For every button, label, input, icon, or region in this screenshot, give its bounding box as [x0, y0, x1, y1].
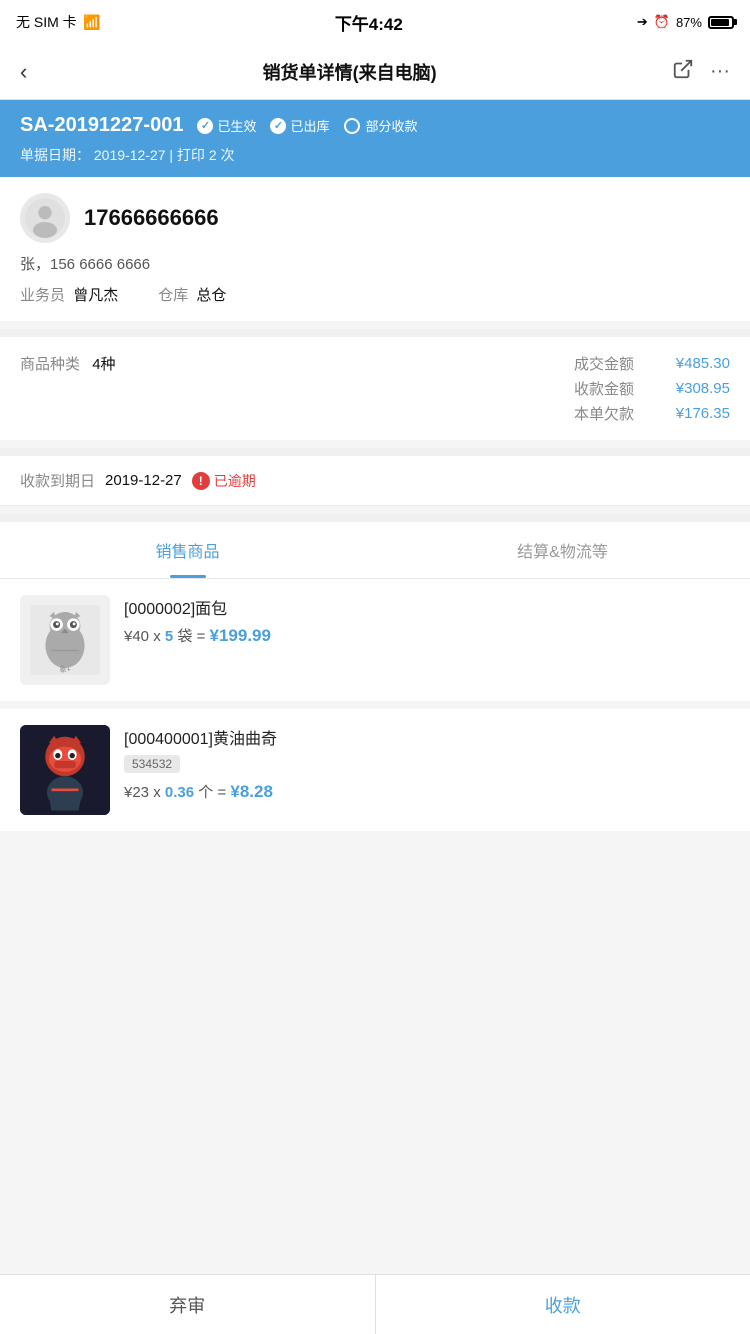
- badge-effective: ✓ 已生效: [197, 116, 256, 135]
- alarm-icon: ⏰: [654, 14, 670, 30]
- location-icon: ➔: [637, 14, 648, 30]
- print-label: | 打印: [169, 147, 205, 163]
- due-date-bar: 收款到期日 2019-12-27 ! 已逾期: [0, 456, 750, 506]
- print-count: 2: [209, 147, 217, 163]
- amount-line: 成交金额 ¥485.30: [574, 353, 730, 374]
- overdue-text: 已逾期: [214, 471, 256, 491]
- product-name-2: [000400001]黄油曲奇: [124, 725, 730, 749]
- received-line: 收款金额 ¥308.95: [574, 378, 730, 399]
- battery-icon: [708, 16, 734, 29]
- print-suffix: 次: [221, 147, 235, 163]
- order-date: 2019-12-27: [94, 147, 166, 163]
- category-label: 商品种类: [20, 356, 80, 373]
- category-count: 4种: [92, 356, 115, 373]
- status-bar: 无 SIM 卡 📶 下午4:42 ➔ ⏰ 87%: [0, 0, 750, 44]
- due-label: 本单欠款: [574, 403, 634, 424]
- share-button[interactable]: [672, 58, 694, 86]
- svg-text:象+: 象+: [59, 665, 70, 674]
- bottom-bar: 弃审 收款: [0, 1274, 750, 1334]
- clock-icon: [344, 118, 360, 134]
- summary-card: 商品种类 4种 成交金额 ¥485.30 收款金额 ¥308.95 本单欠款 ¥…: [0, 337, 750, 440]
- back-button[interactable]: ‹: [20, 59, 27, 85]
- summary-right: 成交金额 ¥485.30 收款金额 ¥308.95 本单欠款 ¥176.35: [574, 353, 730, 424]
- check-icon: ✓: [197, 118, 213, 134]
- product-tag-2: 534532: [124, 755, 180, 773]
- received-value: ¥308.95: [650, 380, 730, 397]
- summary-left: 商品种类 4种: [20, 353, 116, 374]
- due-date-label: 收款到期日: [20, 470, 95, 491]
- page-title: 销货单详情(来自电脑): [263, 59, 437, 85]
- tab-sales-products[interactable]: 销售商品: [0, 522, 375, 578]
- nav-actions: ···: [672, 58, 730, 86]
- collect-button[interactable]: 收款: [376, 1275, 750, 1334]
- amount-value: ¥485.30: [650, 355, 730, 372]
- product-thumbnail-2: [20, 725, 110, 815]
- category-item: 商品种类 4种: [20, 353, 116, 374]
- due-value: ¥176.35: [650, 405, 730, 422]
- product-qty-2: 0.36: [165, 784, 194, 801]
- customer-sub-info: 张，156 6666 6666: [20, 253, 730, 274]
- due-line: 本单欠款 ¥176.35: [574, 403, 730, 424]
- battery-percent: 87%: [676, 15, 702, 30]
- customer-top: 17666666666: [20, 193, 730, 243]
- check-icon-2: ✓: [270, 118, 286, 134]
- product-name-1: [0000002]面包: [124, 595, 730, 619]
- received-label: 收款金额: [574, 378, 634, 399]
- order-header-banner: SA-20191227-001 ✓ 已生效 ✓ 已出库 部分收款 单据日期： 2…: [0, 100, 750, 177]
- divider-1: [0, 329, 750, 337]
- order-id: SA-20191227-001: [20, 114, 183, 137]
- badge-shipped: ✓ 已出库: [270, 116, 329, 135]
- products-list: 象+ [0000002]面包 ¥40 x 5 袋 = ¥199.99: [0, 579, 750, 909]
- nav-bar: ‹ 销货单详情(来自电脑) ···: [0, 44, 750, 100]
- product-price-2: ¥23 x 0.36 个 = ¥8.28: [124, 781, 730, 802]
- due-date-value: 2019-12-27: [105, 472, 182, 489]
- product-info-1: [0000002]面包 ¥40 x 5 袋 = ¥199.99: [124, 595, 730, 646]
- product-qty-1: 5: [165, 628, 173, 645]
- status-left: 无 SIM 卡 📶: [16, 12, 101, 32]
- tab-settlement-logistics[interactable]: 结算&物流等: [375, 522, 750, 578]
- warehouse-label: 仓库: [158, 287, 188, 304]
- warehouse-value: 总仓: [196, 287, 226, 304]
- salesperson-value: 曾凡杰: [73, 287, 118, 304]
- product-total-1: ¥199.99: [210, 626, 271, 645]
- avatar: [20, 193, 70, 243]
- product-price-1: ¥40 x 5 袋 = ¥199.99: [124, 625, 730, 646]
- overdue-badge: ! 已逾期: [192, 471, 256, 491]
- bottom-spacer: [0, 839, 750, 909]
- divider-2: [0, 448, 750, 456]
- order-status-row: SA-20191227-001 ✓ 已生效 ✓ 已出库 部分收款: [20, 114, 730, 137]
- summary-row: 商品种类 4种 成交金额 ¥485.30 收款金额 ¥308.95 本单欠款 ¥…: [20, 353, 730, 424]
- badge-partial-payment: 部分收款: [344, 116, 418, 135]
- overdue-icon: !: [192, 472, 210, 490]
- order-date-row: 单据日期： 2019-12-27 | 打印 2 次: [20, 145, 730, 165]
- customer-card: 17666666666 张，156 6666 6666 业务员 曾凡杰 仓库 总…: [0, 177, 750, 321]
- salesperson-label: 业务员: [20, 287, 65, 304]
- tab-bar: 销售商品 结算&物流等: [0, 522, 750, 579]
- product-info-2: [000400001]黄油曲奇 534532 ¥23 x 0.36 个 = ¥8…: [124, 725, 730, 802]
- customer-phone: 17666666666: [84, 205, 219, 231]
- reject-button[interactable]: 弃审: [0, 1275, 376, 1334]
- amount-label: 成交金额: [574, 353, 634, 374]
- warehouse-field: 仓库 总仓: [158, 284, 226, 305]
- more-button[interactable]: ···: [710, 60, 730, 83]
- product-thumbnail-1: 象+: [20, 595, 110, 685]
- list-item: 象+ [0000002]面包 ¥40 x 5 袋 = ¥199.99: [0, 579, 750, 701]
- status-right: ➔ ⏰ 87%: [637, 14, 734, 30]
- salesperson-field: 业务员 曾凡杰: [20, 284, 118, 305]
- customer-meta: 业务员 曾凡杰 仓库 总仓: [20, 284, 730, 305]
- date-label: 单据日期：: [20, 147, 90, 163]
- product-total-2: ¥8.28: [230, 782, 273, 801]
- divider-3: [0, 514, 750, 522]
- list-item: [000400001]黄油曲奇 534532 ¥23 x 0.36 个 = ¥8…: [0, 709, 750, 831]
- status-time: 下午4:42: [335, 10, 403, 35]
